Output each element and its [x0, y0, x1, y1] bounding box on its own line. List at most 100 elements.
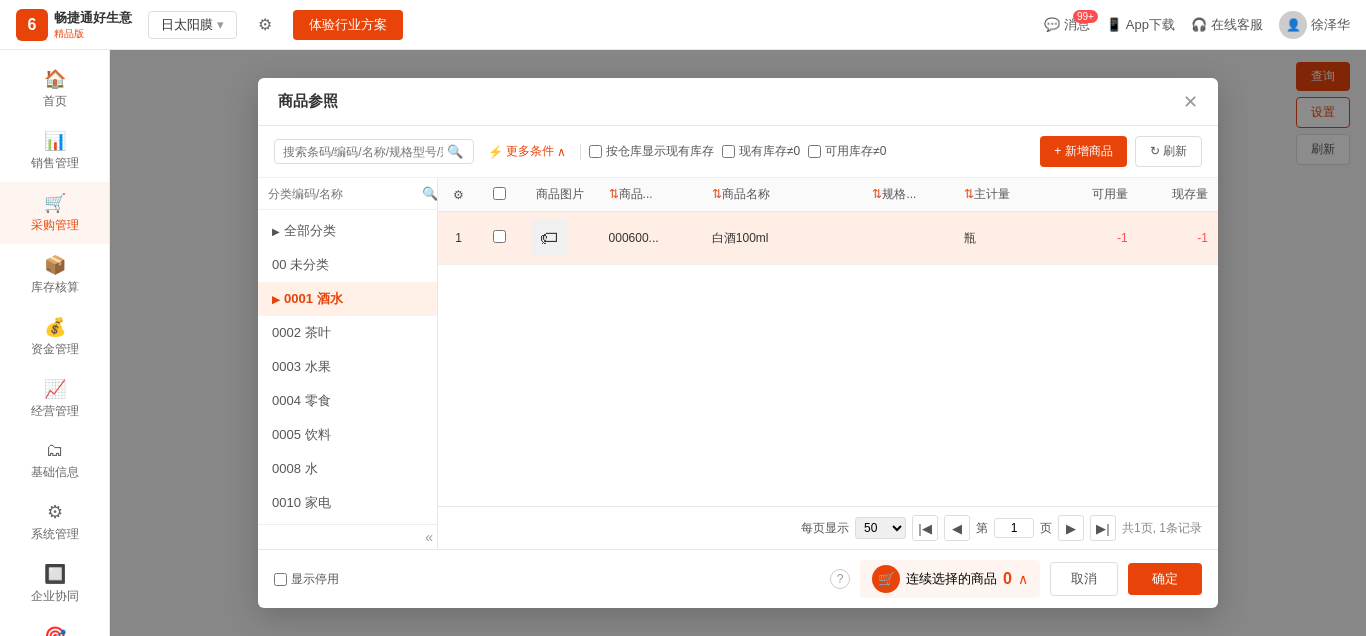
- category-search-input[interactable]: [268, 187, 418, 201]
- cat-item-label: 0010 家电: [272, 494, 331, 512]
- row-name: 白酒100ml: [702, 212, 863, 265]
- sidebar-item-label: 采购管理: [31, 217, 79, 234]
- inventory-icon: 📦: [44, 254, 66, 276]
- modal-body: 🔍 ▶ 全部分类 00 未分类 ▶: [258, 178, 1218, 549]
- cat-item-7[interactable]: 0010 家电: [258, 486, 437, 520]
- sidebar-item-label: 经营管理: [31, 403, 79, 420]
- cancel-button[interactable]: 取消: [1050, 562, 1118, 596]
- search-input[interactable]: [283, 145, 443, 159]
- sidebar-item-basic[interactable]: 🗂 基础信息: [0, 430, 109, 491]
- page-prev-button[interactable]: ◀: [944, 515, 970, 541]
- cart-collapse-icon[interactable]: ∧: [1018, 571, 1028, 587]
- row-checkbox[interactable]: [493, 230, 506, 243]
- col-avail-header: 可用量: [1034, 178, 1137, 212]
- page-next-button[interactable]: ▶: [1058, 515, 1084, 541]
- content-area: 查询 设置 刷新 商品参照 ✕ 🔍 ⚡: [110, 50, 1366, 636]
- sidebar-item-system[interactable]: ⚙ 系统管理: [0, 491, 109, 553]
- row-spec: [862, 212, 954, 265]
- table-row[interactable]: 1 🏷 000600... 白酒100ml: [438, 212, 1218, 265]
- select-all-checkbox[interactable]: [493, 187, 506, 200]
- filter-arrow-icon: ∧: [557, 145, 566, 159]
- avail-stock-checkbox[interactable]: [808, 145, 821, 158]
- page-size-select[interactable]: 50 10 20 100: [855, 517, 906, 539]
- cat-item-0[interactable]: 00 未分类: [258, 248, 437, 282]
- modal-toolbar: 🔍 ⚡ 更多条件 ∧ 按仓库显示现有库存 现有库存≠0: [258, 126, 1218, 178]
- pagination-bar: 每页显示 50 10 20 100 |◀ ◀ 第 页: [438, 506, 1218, 549]
- row-num: 1: [438, 212, 479, 265]
- dropdown-label: 日太阳膜: [161, 16, 213, 34]
- msg-item[interactable]: 💬 消息 99+: [1044, 16, 1090, 34]
- page-last-button[interactable]: ▶|: [1090, 515, 1116, 541]
- cat-item-6[interactable]: 0008 水: [258, 452, 437, 486]
- table-panel: ⚙ 商品图片 ⇅商品...: [438, 178, 1218, 549]
- user-item[interactable]: 👤 徐泽华: [1279, 11, 1350, 39]
- table-settings-icon[interactable]: ⚙: [453, 188, 464, 202]
- exp-button[interactable]: 体验行业方案: [293, 10, 403, 40]
- footer-right: ? 🛒 连续选择的商品 0 ∧ 取消 确定: [830, 560, 1202, 598]
- show-disabled-checkbox[interactable]: [274, 573, 287, 586]
- cat-item-all[interactable]: ▶ 全部分类: [258, 214, 437, 248]
- sidebar-item-finance[interactable]: 💰 资金管理: [0, 306, 109, 368]
- app-icon: 📱: [1106, 17, 1122, 32]
- top-nav: 6 畅捷通好生意 精品版 日太阳膜 ▾ ⚙ 体验行业方案 💬 消息 99+ 📱 …: [0, 0, 1366, 50]
- sidebar-item-inventory[interactable]: 📦 库存核算: [0, 244, 109, 306]
- nav-dropdown[interactable]: 日太阳膜 ▾: [148, 11, 237, 39]
- sort-icon: ⇅: [964, 187, 974, 201]
- system-icon: ⚙: [47, 501, 63, 523]
- col-stock-header: 现存量: [1138, 178, 1218, 212]
- category-panel: 🔍 ▶ 全部分类 00 未分类 ▶: [258, 178, 438, 549]
- app-item[interactable]: 📱 App下载: [1106, 16, 1175, 34]
- service-item[interactable]: 🎧 在线客服: [1191, 16, 1263, 34]
- row-stock: -1: [1138, 212, 1218, 265]
- warehouse-stock-checkbox[interactable]: [589, 145, 602, 158]
- finance-icon: 💰: [44, 316, 66, 338]
- cat-item-label: 00 未分类: [272, 256, 329, 274]
- category-search: 🔍: [258, 178, 437, 210]
- modal-close-icon[interactable]: ✕: [1183, 93, 1198, 111]
- current-stock-checkbox[interactable]: [722, 145, 735, 158]
- sidebar-item-enterprise[interactable]: 🔲 企业协同: [0, 553, 109, 615]
- dropdown-arrow-icon: ▾: [217, 17, 224, 32]
- cat-item-5[interactable]: 0005 饮料: [258, 418, 437, 452]
- filter-label: 更多条件: [506, 143, 554, 160]
- search-wrap: 🔍: [274, 139, 474, 164]
- cat-item-1[interactable]: ▶ 0001 酒水: [258, 282, 437, 316]
- sidebar-item-label: 基础信息: [31, 464, 79, 481]
- checkbox-current-stock[interactable]: 现有库存≠0: [722, 143, 800, 160]
- sidebar-item-purchase[interactable]: 🛒 采购管理: [0, 182, 109, 244]
- sidebar-item-label: 库存核算: [31, 279, 79, 296]
- filter-button[interactable]: ⚡ 更多条件 ∧: [482, 139, 572, 164]
- sidebar-item-sales[interactable]: 📊 销售管理: [0, 120, 109, 182]
- refresh-modal-button[interactable]: ↻ 刷新: [1135, 136, 1202, 167]
- modal-footer: 显示停用 ? 🛒 连续选择的商品 0 ∧ 取消 确定: [258, 549, 1218, 608]
- page-info: 共1页, 1条记录: [1122, 520, 1202, 537]
- cat-item-label: 0001 酒水: [284, 290, 343, 308]
- cat-item-4[interactable]: 0004 零食: [258, 384, 437, 418]
- col-name-header: ⇅商品名称: [702, 178, 863, 212]
- sidebar-item-guide[interactable]: 🎯 新手引导: [0, 615, 109, 636]
- show-disabled-checkbox-wrap[interactable]: 显示停用: [274, 571, 339, 588]
- sidebar-item-home[interactable]: 🏠 首页: [0, 58, 109, 120]
- logo-area: 6 畅捷通好生意 精品版: [16, 9, 136, 41]
- checkbox-warehouse-stock[interactable]: 按仓库显示现有库存: [589, 143, 714, 160]
- help-icon[interactable]: ?: [830, 569, 850, 589]
- warehouse-stock-label: 按仓库显示现有库存: [606, 143, 714, 160]
- basic-icon: 🗂: [46, 440, 64, 461]
- cart-icon: 🛒: [872, 565, 900, 593]
- page-first-button[interactable]: |◀: [912, 515, 938, 541]
- cat-item-2[interactable]: 0002 茶叶: [258, 316, 437, 350]
- cat-expand-icon: ▶: [272, 226, 280, 237]
- page-number-input[interactable]: [994, 518, 1034, 538]
- checkbox-avail-stock[interactable]: 可用库存≠0: [808, 143, 886, 160]
- toolbar-right: + 新增商品 ↻ 刷新: [1040, 136, 1202, 167]
- cat-item-label: 0003 水果: [272, 358, 331, 376]
- collapse-icon[interactable]: «: [425, 529, 433, 545]
- main-layout: 🏠 首页 📊 销售管理 🛒 采购管理 📦 库存核算 💰 资金管理 📈 经营管理 …: [0, 50, 1366, 636]
- cat-item-3[interactable]: 0003 水果: [258, 350, 437, 384]
- settings-icon[interactable]: ⚙: [249, 9, 281, 41]
- filter-icon: ⚡: [488, 145, 503, 159]
- page-label: 第: [976, 520, 988, 537]
- sidebar-item-operations[interactable]: 📈 经营管理: [0, 368, 109, 430]
- add-product-button[interactable]: + 新增商品: [1040, 136, 1126, 167]
- confirm-button[interactable]: 确定: [1128, 563, 1202, 595]
